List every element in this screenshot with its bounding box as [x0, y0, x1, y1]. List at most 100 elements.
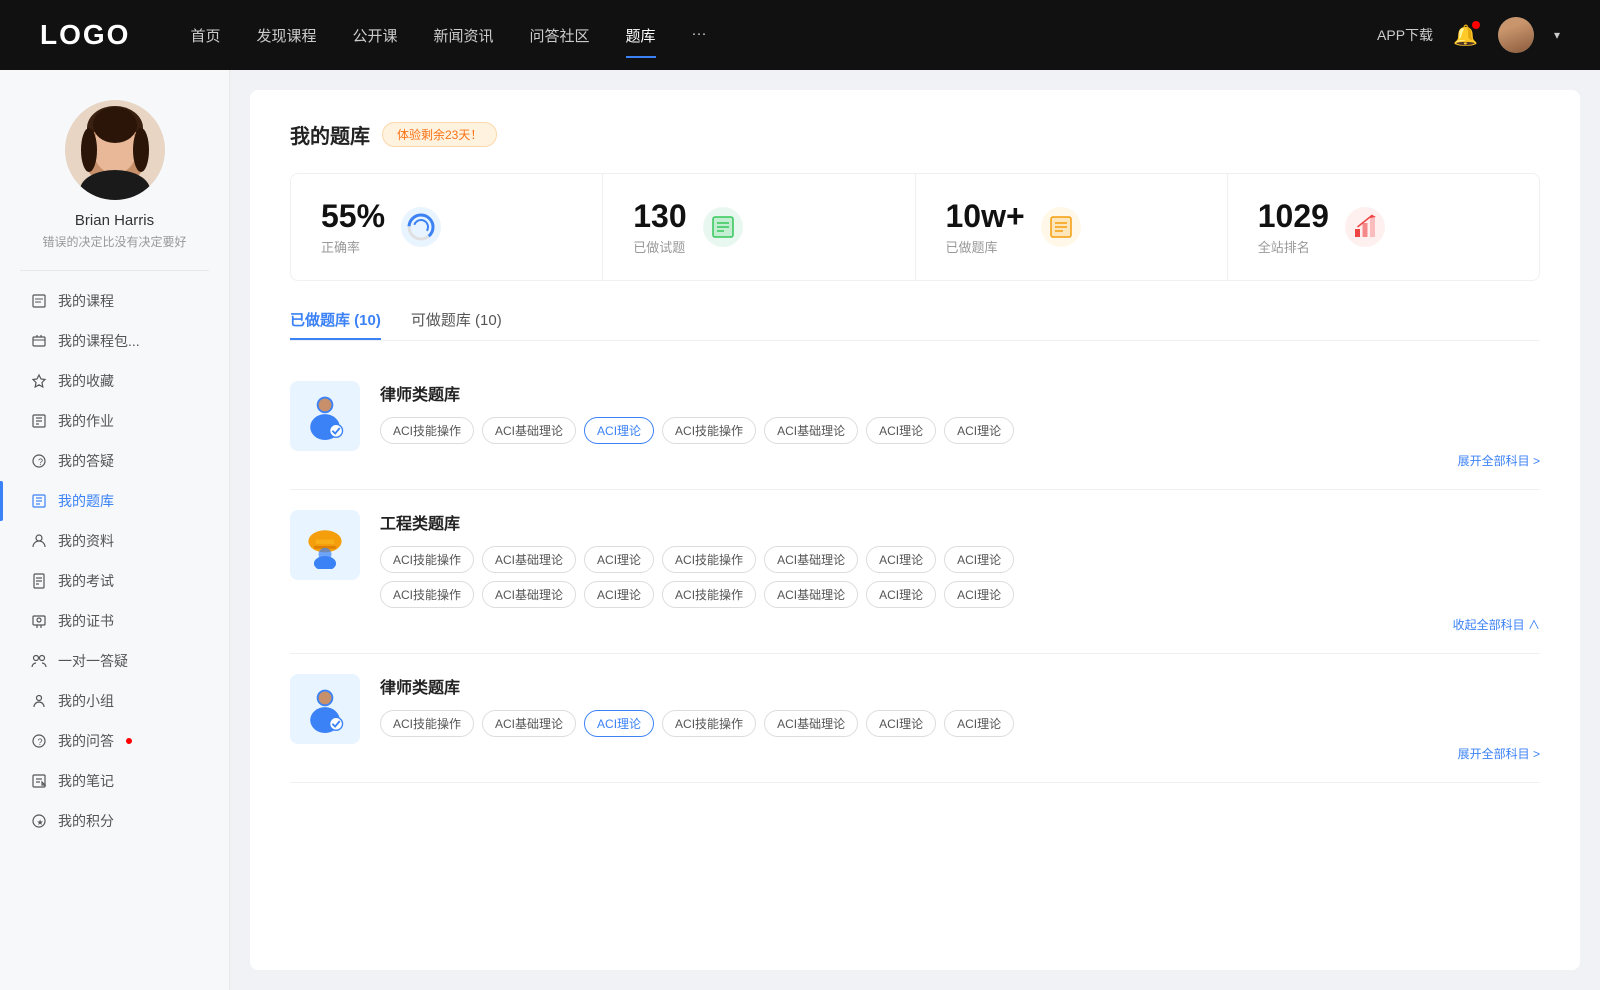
bank-tag[interactable]: ACI技能操作: [380, 710, 474, 737]
sidebar-item-my-profile[interactable]: 我的资料: [0, 521, 229, 561]
nav-home[interactable]: 首页: [190, 21, 220, 50]
bank-tag-active[interactable]: ACI理论: [584, 417, 654, 444]
bank-title-engineer-1: 工程类题库: [380, 510, 1540, 534]
bank-tag[interactable]: ACI基础理论: [764, 581, 858, 608]
nav-qa[interactable]: 问答社区: [530, 21, 590, 50]
profile-avatar-image: [65, 100, 165, 200]
stat-done-questions-label: 已做试题: [633, 237, 686, 256]
bank-expand-lawyer-1[interactable]: 展开全部科目 >: [380, 452, 1540, 469]
bank-tag[interactable]: ACI理论: [584, 546, 654, 573]
bell-icon[interactable]: 🔔: [1453, 23, 1478, 48]
bank-tag[interactable]: ACI理论: [944, 581, 1014, 608]
bank-tag[interactable]: ACI基础理论: [764, 417, 858, 444]
stat-accuracy-info: 55% 正确率: [321, 198, 385, 256]
tabs-row: 已做题库 (10) 可做题库 (10): [290, 309, 1540, 341]
bank-tag[interactable]: ACI理论: [866, 710, 936, 737]
bank-tag[interactable]: ACI理论: [866, 581, 936, 608]
bank-tag[interactable]: ACI技能操作: [662, 710, 756, 737]
sidebar-motto: 错误的决定比没有决定要好: [42, 233, 186, 250]
bank-tag[interactable]: ACI技能操作: [662, 581, 756, 608]
bank-tag[interactable]: ACI技能操作: [662, 417, 756, 444]
bank-icon-engineer-1: [290, 510, 360, 580]
sidebar-item-my-question-bank[interactable]: 我的题库: [0, 481, 229, 521]
stats-row: 55% 正确率 130 已做试题: [290, 173, 1540, 281]
tab-available-banks[interactable]: 可做题库 (10): [411, 309, 502, 340]
profile-icon: [30, 532, 48, 550]
sidebar-item-my-course-packages[interactable]: 我的课程包...: [0, 321, 229, 361]
bank-tag-active[interactable]: ACI理论: [584, 710, 654, 737]
nav-public-course[interactable]: 公开课: [352, 21, 397, 50]
sidebar-item-my-certificate[interactable]: 我的证书: [0, 601, 229, 641]
group-icon: [30, 692, 48, 710]
bank-tag[interactable]: ACI基础理论: [764, 546, 858, 573]
stat-ranking-info: 1029 全站排名: [1258, 198, 1329, 256]
bank-tag[interactable]: ACI技能操作: [380, 581, 474, 608]
bank-expand-lawyer-2[interactable]: 展开全部科目 >: [380, 745, 1540, 762]
svg-text:★: ★: [37, 818, 44, 827]
sidebar-label-my-notes: 我的笔记: [58, 771, 114, 791]
sidebar-divider: [20, 270, 209, 271]
dropdown-arrow-icon[interactable]: ▾: [1554, 28, 1560, 42]
stat-done-banks: 10w+ 已做题库: [916, 174, 1228, 280]
bank-tag[interactable]: ACI基础理论: [482, 581, 576, 608]
page-title-row: 我的题库 体验剩余23天！: [290, 120, 1540, 149]
nav-question-bank[interactable]: 题库: [626, 21, 656, 50]
bank-tag[interactable]: ACI技能操作: [662, 546, 756, 573]
nav-news[interactable]: 新闻资讯: [434, 21, 494, 50]
bank-tag[interactable]: ACI基础理论: [482, 417, 576, 444]
bank-tag[interactable]: ACI理论: [866, 417, 936, 444]
stat-accuracy: 55% 正确率: [291, 174, 603, 280]
sidebar-item-my-favorites[interactable]: 我的收藏: [0, 361, 229, 401]
stat-done-banks-value: 10w+: [946, 198, 1025, 235]
app-download-button[interactable]: APP下载: [1377, 25, 1433, 45]
nav-discover[interactable]: 发现课程: [256, 21, 316, 50]
trial-badge: 体验剩余23天！: [382, 122, 497, 147]
bank-tag[interactable]: ACI理论: [944, 417, 1014, 444]
bank-collapse-engineer-1[interactable]: 收起全部科目 ∧: [380, 616, 1540, 633]
sidebar-item-my-notes[interactable]: 我的笔记: [0, 761, 229, 801]
sidebar-label-my-exam: 我的考试: [58, 571, 114, 591]
bank-content-engineer-1: 工程类题库 ACI技能操作 ACI基础理论 ACI理论 ACI技能操作 ACI基…: [380, 510, 1540, 633]
bank-tag[interactable]: ACI理论: [944, 546, 1014, 573]
course-packages-icon: [30, 332, 48, 350]
logo: LOGO: [40, 19, 130, 51]
bank-tag[interactable]: ACI理论: [944, 710, 1014, 737]
sidebar-item-my-exam[interactable]: 我的考试: [0, 561, 229, 601]
stat-done-questions-icon: [703, 207, 743, 247]
bank-tags-engineer-1-row2: ACI技能操作 ACI基础理论 ACI理论 ACI技能操作 ACI基础理论 AC…: [380, 581, 1540, 608]
nav-more[interactable]: ···: [692, 21, 707, 50]
sidebar-item-my-qa[interactable]: ? 我的答疑: [0, 441, 229, 481]
favorites-icon: [30, 372, 48, 390]
sidebar-item-one-on-one[interactable]: 一对一答疑: [0, 641, 229, 681]
one-on-one-icon: [30, 652, 48, 670]
stat-ranking-icon: [1345, 207, 1385, 247]
notes-icon: [30, 772, 48, 790]
notification-dot: [126, 738, 132, 744]
stat-done-banks-info: 10w+ 已做题库: [946, 198, 1025, 256]
sidebar-item-my-points[interactable]: ★ 我的积分: [0, 801, 229, 841]
stat-ranking-label: 全站排名: [1258, 237, 1329, 256]
homework-icon: [30, 412, 48, 430]
sidebar-item-my-courses[interactable]: 我的课程: [0, 281, 229, 321]
sidebar-item-my-questions[interactable]: ? 我的问答: [0, 721, 229, 761]
sidebar-label-my-homework: 我的作业: [58, 411, 114, 431]
sidebar-item-my-homework[interactable]: 我的作业: [0, 401, 229, 441]
stat-done-banks-icon: [1041, 207, 1081, 247]
bank-tag[interactable]: ACI基础理论: [764, 710, 858, 737]
bank-tag[interactable]: ACI理论: [584, 581, 654, 608]
bank-tag[interactable]: ACI技能操作: [380, 546, 474, 573]
stat-accuracy-value: 55%: [321, 198, 385, 235]
sidebar-item-my-group[interactable]: 我的小组: [0, 681, 229, 721]
bank-content-lawyer-2: 律师类题库 ACI技能操作 ACI基础理论 ACI理论 ACI技能操作 ACI基…: [380, 674, 1540, 762]
bank-tag[interactable]: ACI基础理论: [482, 546, 576, 573]
stat-done-questions: 130 已做试题: [603, 174, 915, 280]
bank-tag[interactable]: ACI技能操作: [380, 417, 474, 444]
tab-done-banks[interactable]: 已做题库 (10): [290, 309, 381, 340]
bank-tag[interactable]: ACI理论: [866, 546, 936, 573]
sidebar-label-one-on-one: 一对一答疑: [58, 651, 128, 671]
avatar[interactable]: [1498, 17, 1534, 53]
bank-tag[interactable]: ACI基础理论: [482, 710, 576, 737]
stat-done-questions-info: 130 已做试题: [633, 198, 686, 256]
stat-ranking-value: 1029: [1258, 198, 1329, 235]
bank-tags-lawyer-1: ACI技能操作 ACI基础理论 ACI理论 ACI技能操作 ACI基础理论 AC…: [380, 417, 1540, 444]
